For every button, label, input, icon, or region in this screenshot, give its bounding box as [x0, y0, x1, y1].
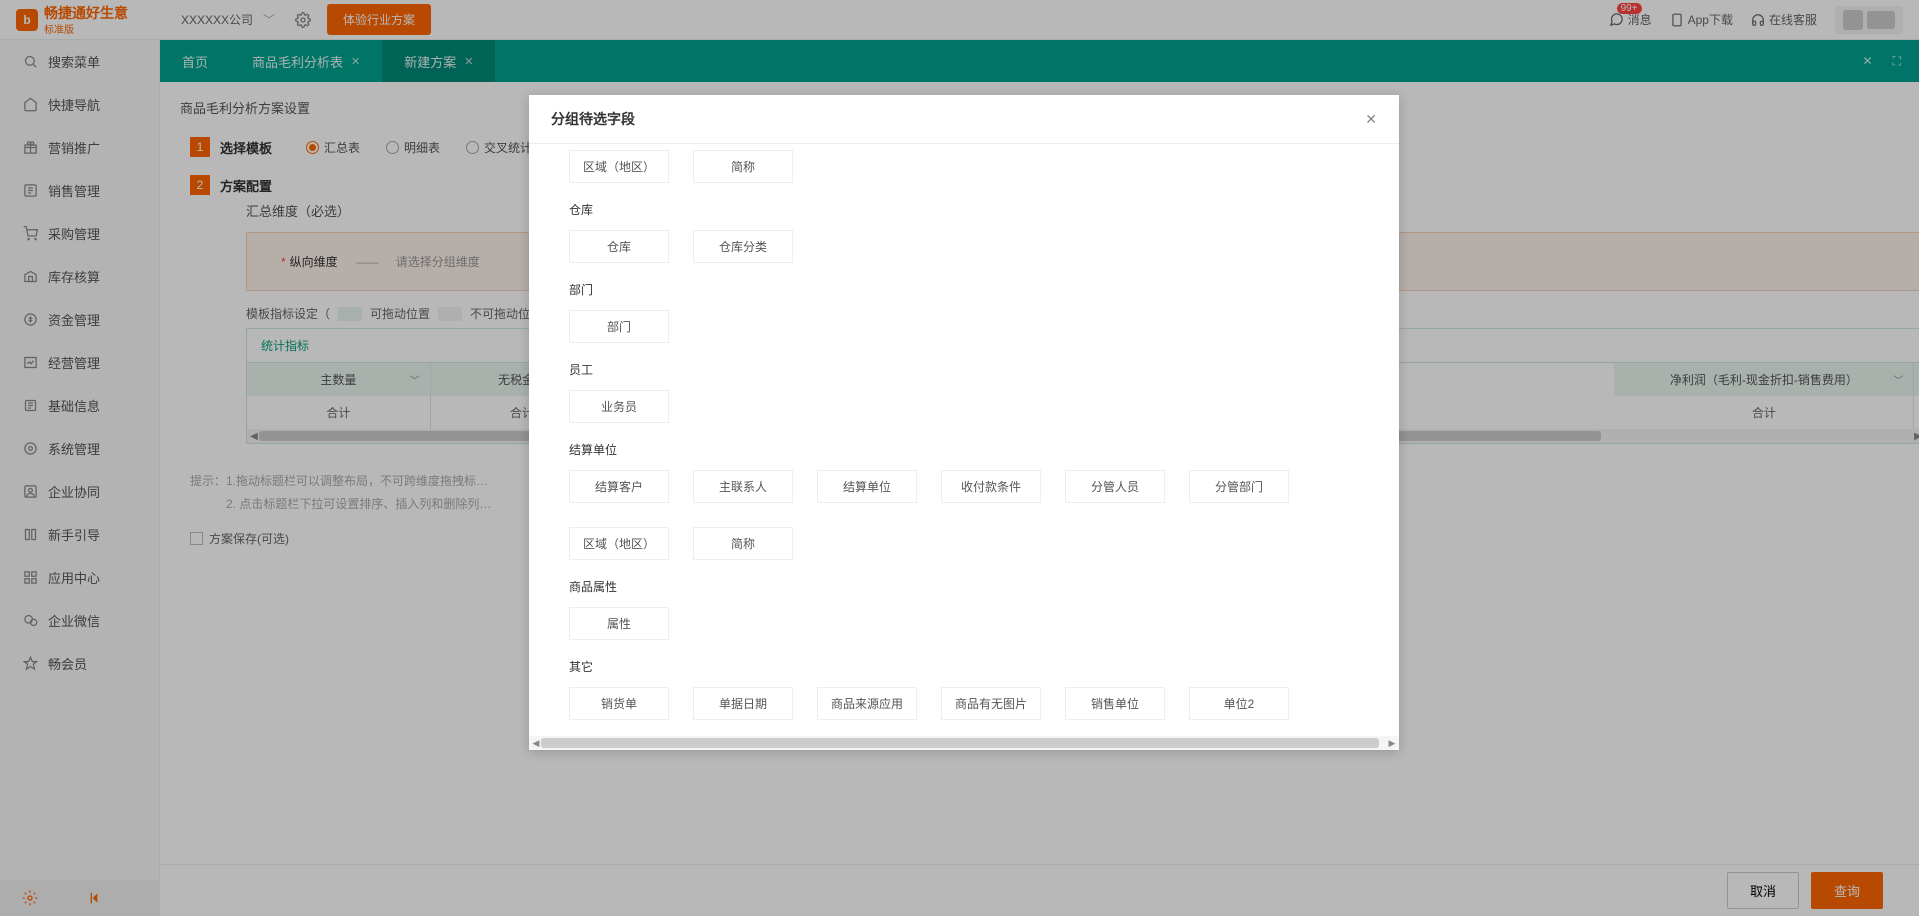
field-chip[interactable]: 商品来源应用 — [817, 687, 917, 720]
modal-horizontal-scrollbar[interactable]: ◀ ▶ — [529, 736, 1399, 750]
scroll-thumb[interactable] — [541, 738, 1379, 748]
field-group-row: 部门 — [569, 310, 1375, 343]
field-group-row: 业务员 — [569, 390, 1375, 423]
modal-header: 分组待选字段 ✕ — [529, 95, 1399, 144]
field-chip[interactable]: 分管部门 — [1189, 470, 1289, 503]
field-chip[interactable]: 区域（地区） — [569, 527, 669, 560]
field-chip[interactable]: 简称 — [693, 150, 793, 183]
field-chip[interactable]: 仓库 — [569, 230, 669, 263]
field-group-title: 员工 — [569, 361, 1395, 378]
field-group-row: 结算客户主联系人结算单位收付款条件分管人员分管部门区域（地区） 简称 — [569, 470, 1375, 560]
modal-body[interactable]: 客户省/分类分管部门分管人员主联系人主联系电销售单位 区域（地区）简称 仓库仓库… — [529, 144, 1399, 734]
field-group-title: 其它 — [569, 658, 1395, 675]
field-group-title: 部门 — [569, 281, 1395, 298]
field-chip[interactable]: 主联系人 — [693, 470, 793, 503]
field-chip[interactable]: 属性 — [569, 607, 669, 640]
field-chip[interactable]: 仓库分类 — [693, 230, 793, 263]
field-chip[interactable]: 销售单位 — [1065, 687, 1165, 720]
field-group-row: 仓库仓库分类 — [569, 230, 1375, 263]
field-chip[interactable]: 单位2 — [1189, 687, 1289, 720]
field-chip[interactable]: 结算客户 — [569, 470, 669, 503]
field-group-row: 销货单单据日期商品来源应用商品有无图片销售单位单位2主计量制单人审核人出库人预计… — [569, 687, 1375, 734]
field-select-modal: 分组待选字段 ✕ 客户省/分类分管部门分管人员主联系人主联系电销售单位 区域（地… — [529, 95, 1399, 750]
field-chip[interactable]: 收付款条件 — [941, 470, 1041, 503]
field-chip[interactable]: 结算单位 — [817, 470, 917, 503]
scroll-right-icon[interactable]: ▶ — [1385, 736, 1399, 750]
field-group-row: 属性 — [569, 607, 1375, 640]
field-group-title: 商品属性 — [569, 578, 1395, 595]
close-icon[interactable]: ✕ — [1365, 111, 1377, 128]
field-chip[interactable]: 商品有无图片 — [941, 687, 1041, 720]
field-chip[interactable]: 部门 — [569, 310, 669, 343]
modal-title: 分组待选字段 — [551, 109, 635, 129]
field-chip[interactable]: 分管人员 — [1065, 470, 1165, 503]
field-chip[interactable]: 单据日期 — [693, 687, 793, 720]
field-chip[interactable]: 销货单 — [569, 687, 669, 720]
field-chip[interactable]: 区域（地区） — [569, 150, 669, 183]
field-chip[interactable]: 业务员 — [569, 390, 669, 423]
field-group-title: 仓库 — [569, 201, 1395, 218]
field-chip[interactable]: 简称 — [693, 527, 793, 560]
field-group-title: 结算单位 — [569, 441, 1395, 458]
